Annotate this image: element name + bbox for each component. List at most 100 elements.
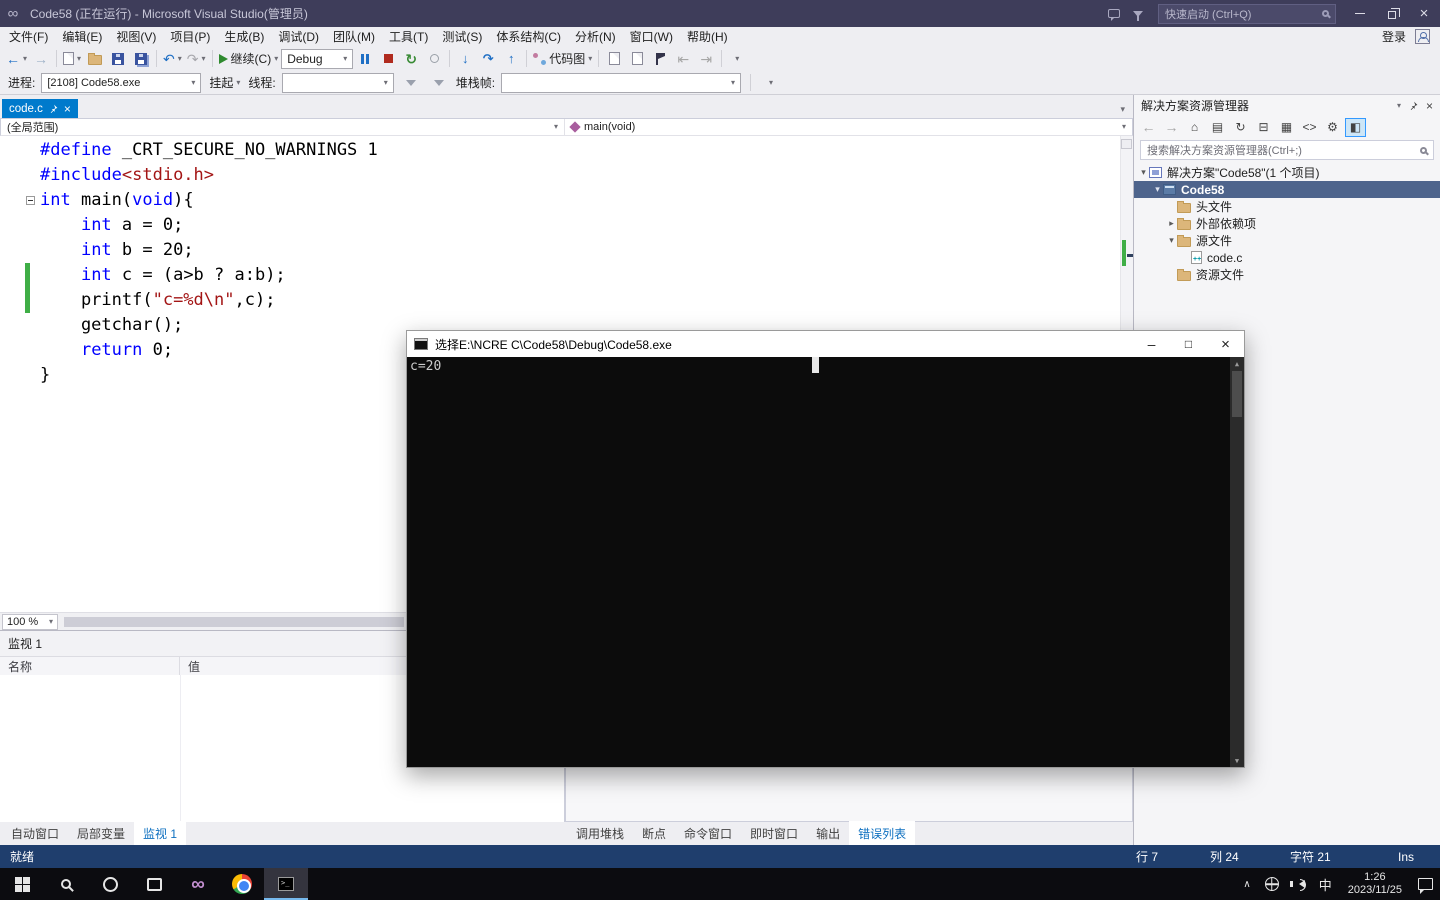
toolbar-overflow-button[interactable]: ▾ <box>726 48 748 70</box>
save-button[interactable] <box>107 48 129 70</box>
expander-icon[interactable]: ▾ <box>1138 167 1149 178</box>
tree-item[interactable]: ▸ 外部依赖项 <box>1134 215 1440 232</box>
avatar-icon[interactable] <box>1415 29 1430 44</box>
chrome-taskbar-button[interactable] <box>220 868 264 900</box>
console-scrollbar[interactable]: ▲ ▼ <box>1230 357 1244 767</box>
menu-item[interactable]: 帮助(H) <box>680 26 735 47</box>
navigate-back-button[interactable]: ← ▾ <box>4 48 29 70</box>
quick-launch-search[interactable]: 快速启动 (Ctrl+Q) <box>1158 3 1336 24</box>
tree-item[interactable]: ▾ 解决方案"Code58"(1 个项目) <box>1134 164 1440 181</box>
fold-collapse-icon[interactable] <box>26 196 35 205</box>
panel-tab[interactable]: 命令窗口 <box>675 821 741 847</box>
menu-item[interactable]: 测试(S) <box>435 26 489 47</box>
find-in-files-button[interactable] <box>603 48 625 70</box>
suspend-button[interactable]: 挂起 ▾ <box>207 72 242 94</box>
tree-item[interactable]: 资源文件 <box>1134 266 1440 283</box>
feedback-button[interactable] <box>1102 0 1126 27</box>
redo-button[interactable]: ↷ ▾ <box>185 48 208 70</box>
console-close-button[interactable]: × <box>1207 331 1244 357</box>
code-line[interactable]: int c = (a>b ? a:b); <box>0 263 1119 288</box>
menu-item[interactable]: 分析(N) <box>568 26 623 47</box>
console-taskbar-button[interactable] <box>264 868 308 900</box>
console-minimize-button[interactable]: – <box>1133 331 1170 357</box>
view-code-button[interactable]: <> <box>1299 118 1320 137</box>
notifications-button[interactable] <box>1126 0 1150 27</box>
code-line[interactable]: printf("c=%d\n",c); <box>0 288 1119 313</box>
tab-code-c[interactable]: code.c × <box>2 99 78 118</box>
panel-tab[interactable]: 错误列表 <box>849 820 916 847</box>
next-bookmark-button[interactable]: ⇥ <box>695 48 717 70</box>
pause-button[interactable] <box>354 48 376 70</box>
save-all-button[interactable] <box>130 48 152 70</box>
preview-selected-items-button[interactable]: ◧ <box>1345 117 1366 137</box>
tree-item[interactable]: 头文件 <box>1134 198 1440 215</box>
code-line[interactable]: #define _CRT_SECURE_NO_WARNINGS 1 <box>0 138 1119 163</box>
menu-item[interactable]: 视图(V) <box>109 26 163 47</box>
pin-icon[interactable] <box>49 104 58 113</box>
console-window[interactable]: 选择E:\NCRE C\Code58\Debug\Code58.exe – □ … <box>406 330 1245 768</box>
menu-item[interactable]: 生成(B) <box>217 26 271 47</box>
console-titlebar[interactable]: 选择E:\NCRE C\Code58\Debug\Code58.exe – □ … <box>407 331 1244 357</box>
step-out-button[interactable]: ↑ <box>500 48 522 70</box>
minimize-button[interactable] <box>1344 0 1376 27</box>
panel-tab[interactable]: 断点 <box>633 821 675 847</box>
menu-item[interactable]: 工具(T) <box>382 26 435 47</box>
panel-tab[interactable]: 局部变量 <box>68 821 134 847</box>
code-line[interactable]: int b = 20; <box>0 238 1119 263</box>
watch-column-header[interactable]: 值 <box>180 658 200 675</box>
panel-tab[interactable]: 输出 <box>807 821 849 847</box>
scope-combo[interactable]: (全局范围) ▾ <box>1 119 565 135</box>
forward-button[interactable]: → <box>1161 118 1182 137</box>
sync-with-active-document-button[interactable]: ↻ <box>1230 118 1251 137</box>
cortana-button[interactable] <box>88 868 132 900</box>
member-combo[interactable]: main(void) ▾ <box>565 119 1132 135</box>
menu-item[interactable]: 体系结构(C) <box>489 26 568 47</box>
stack-frame-combo[interactable]: ▾ <box>501 72 742 93</box>
menu-item[interactable]: 文件(F) <box>2 26 55 47</box>
close-button[interactable]: × <box>1408 0 1440 27</box>
undo-button[interactable]: ↶ ▾ <box>161 48 184 70</box>
menu-item[interactable]: 团队(M) <box>326 26 382 47</box>
thread-flag-filter-button[interactable] <box>428 72 450 94</box>
code-line[interactable]: int a = 0; <box>0 213 1119 238</box>
panel-tab[interactable]: 调用堆栈 <box>567 821 633 847</box>
tree-item[interactable]: ▾ Code58 <box>1134 181 1440 198</box>
expander-icon[interactable]: ▸ <box>1166 218 1177 229</box>
restart-button[interactable]: ↻ <box>400 48 422 70</box>
expander-icon[interactable]: ▾ <box>1152 184 1163 195</box>
taskbar-search-button[interactable] <box>44 868 88 900</box>
visual-studio-taskbar-button[interactable]: ∞ <box>176 868 220 900</box>
switch-views-button[interactable]: ▤ <box>1207 118 1228 137</box>
document-well-caret-icon[interactable]: ▾ <box>1120 104 1125 115</box>
tray-expand-button[interactable]: ∧ <box>1236 868 1257 900</box>
back-button[interactable]: ← <box>1138 118 1159 137</box>
scrollbar-thumb[interactable] <box>1232 371 1242 417</box>
thread-combo[interactable]: ▾ <box>281 72 394 93</box>
menu-item[interactable]: 项目(P) <box>163 26 217 47</box>
sign-in-link[interactable]: 登录 <box>1382 28 1406 45</box>
scroll-up-icon[interactable]: ▲ <box>1230 357 1244 370</box>
panel-close-icon[interactable]: × <box>1426 99 1433 113</box>
scrollbar-splitter-grip[interactable] <box>1121 139 1132 149</box>
menu-item[interactable]: 窗口(W) <box>623 26 680 47</box>
code-line[interactable]: #include<stdio.h> <box>0 163 1119 188</box>
process-combo[interactable]: [2108] Code58.exe ▾ <box>41 72 202 93</box>
show-all-files-button[interactable]: ▦ <box>1276 118 1297 137</box>
stop-button[interactable] <box>377 48 399 70</box>
restore-button[interactable] <box>1376 0 1408 27</box>
panel-tab[interactable]: 监视 1 <box>134 820 187 847</box>
tree-item[interactable]: code.c <box>1134 249 1440 266</box>
show-next-statement-button[interactable] <box>423 48 445 70</box>
toggle-bookmark-button[interactable] <box>649 48 671 70</box>
scroll-down-icon[interactable]: ▼ <box>1230 754 1244 767</box>
menu-item[interactable]: 编辑(E) <box>55 26 109 47</box>
tab-close-icon[interactable]: × <box>64 103 71 115</box>
console-maximize-button[interactable]: □ <box>1170 331 1207 357</box>
navigate-to-button[interactable] <box>626 48 648 70</box>
taskbar-clock[interactable]: 1:26 2023/11/25 <box>1339 871 1411 897</box>
home-button[interactable]: ⌂ <box>1184 118 1205 137</box>
collapse-all-button[interactable]: ⊟ <box>1253 118 1274 137</box>
tree-item[interactable]: ▾ 源文件 <box>1134 232 1440 249</box>
console-body[interactable]: c=20 ▲ ▼ <box>407 357 1244 767</box>
debug-target-combo[interactable]: Debug ▾ <box>281 48 354 69</box>
